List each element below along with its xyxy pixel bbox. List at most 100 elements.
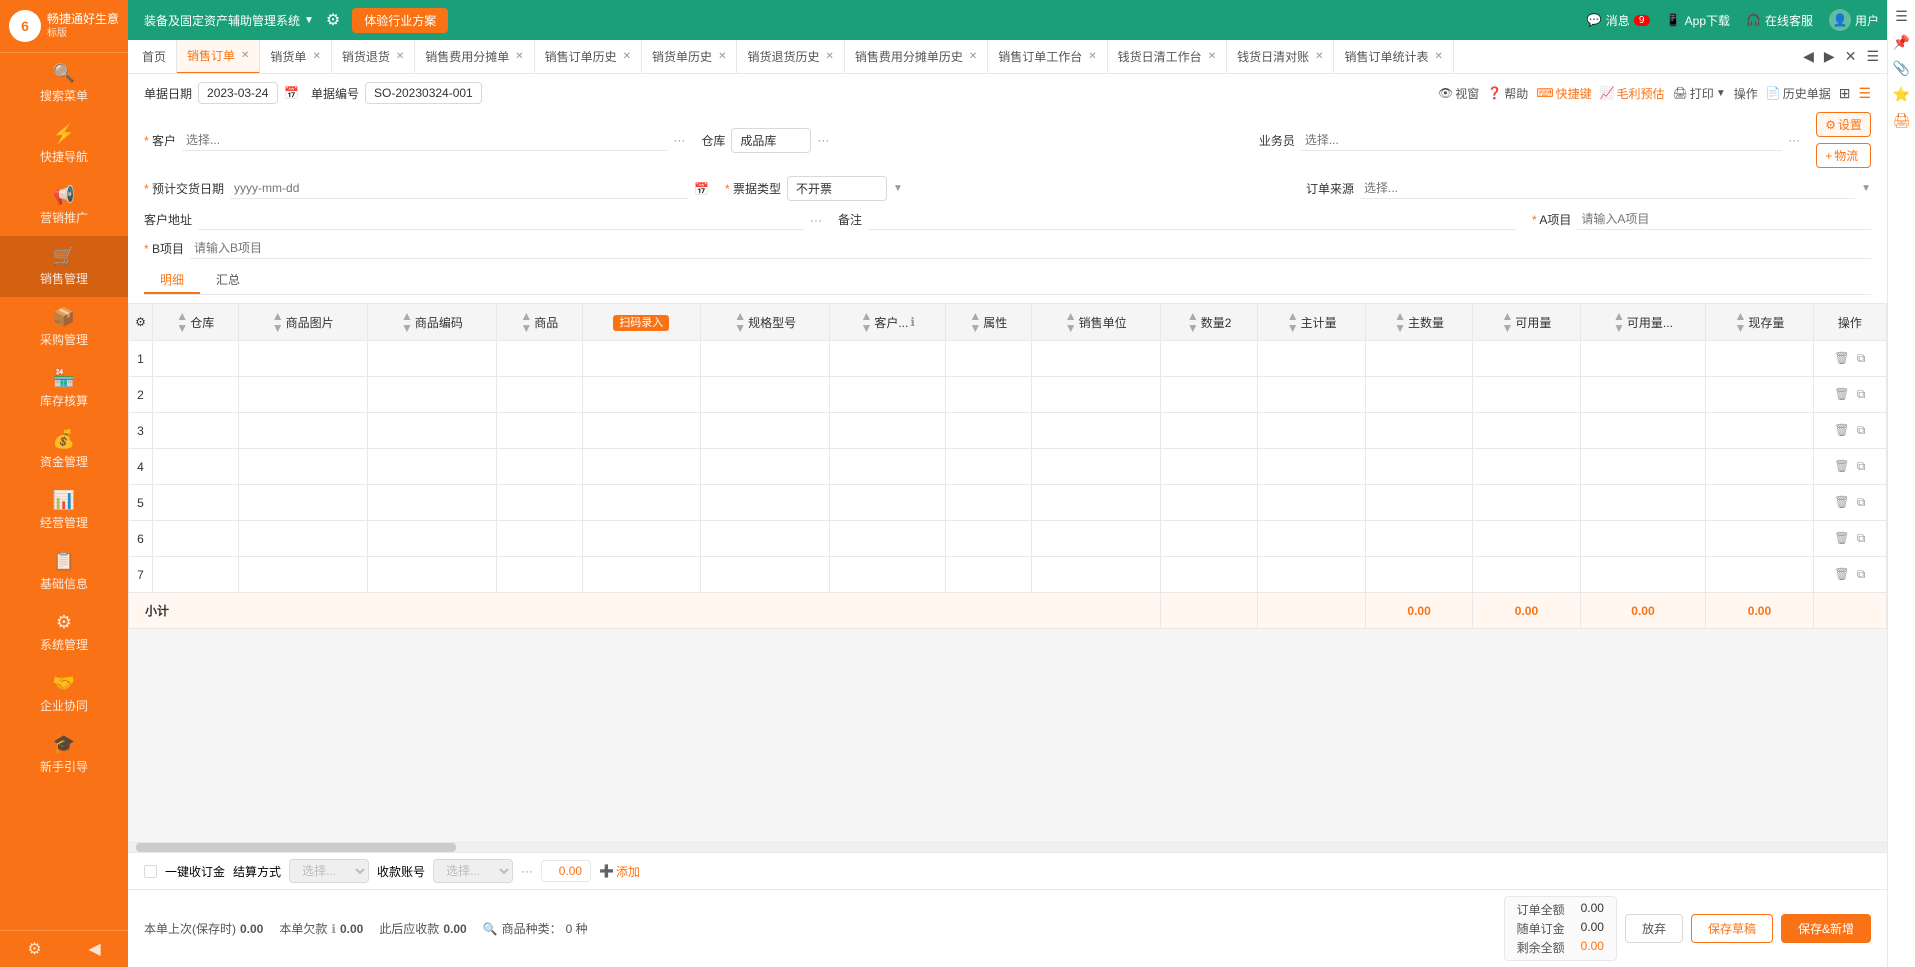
cell-warehouse[interactable] xyxy=(153,521,239,557)
cell-customer-code[interactable] xyxy=(830,521,946,557)
add-payment-button[interactable]: ➕ 添加 xyxy=(599,863,640,880)
user-menu[interactable]: 👤 用户 xyxy=(1829,9,1879,31)
tab-close-icon[interactable]: ✕ xyxy=(1435,51,1443,62)
delivery-date-input[interactable] xyxy=(230,178,688,199)
cell-current[interactable] xyxy=(1706,377,1813,413)
cell-attr[interactable] xyxy=(946,377,1032,413)
cell-main-unit[interactable] xyxy=(1258,377,1365,413)
cell-current[interactable] xyxy=(1706,449,1813,485)
copy-icon[interactable]: ⧉ xyxy=(1857,567,1866,581)
cell-available[interactable] xyxy=(1473,449,1580,485)
tab-close-all-icon[interactable]: ✕ xyxy=(1841,46,1861,67)
tab-close-icon[interactable]: ✕ xyxy=(312,51,320,62)
cell-qty2[interactable] xyxy=(1160,449,1258,485)
salesperson-expand-icon[interactable]: ··· xyxy=(1788,133,1800,147)
tab-order-history[interactable]: 销售订单历史 ✕ xyxy=(535,40,642,74)
column-settings-icon[interactable]: ⚙ xyxy=(135,315,146,329)
cell-customer-code[interactable] xyxy=(830,341,946,377)
cell-available[interactable] xyxy=(1473,341,1580,377)
cell-available2[interactable] xyxy=(1580,413,1706,449)
cell-customer-code[interactable] xyxy=(830,377,946,413)
cell-main-qty[interactable] xyxy=(1365,413,1472,449)
cell-warehouse[interactable] xyxy=(153,557,239,593)
scroll-area[interactable] xyxy=(128,842,1887,852)
warehouse-input[interactable]: 成品库 xyxy=(731,128,811,153)
tab-order-stats[interactable]: 销售订单统计表 ✕ xyxy=(1334,40,1453,74)
circle-icon[interactable]: 🔍 xyxy=(483,922,498,936)
sidebar-item-search[interactable]: 🔍 搜索菜单 xyxy=(0,53,128,114)
cell-product[interactable] xyxy=(497,449,583,485)
cell-code[interactable] xyxy=(367,521,496,557)
tab-menu-icon[interactable]: ☰ xyxy=(1862,46,1883,67)
tab-close-icon[interactable]: ✕ xyxy=(1088,51,1096,62)
cell-product[interactable] xyxy=(497,377,583,413)
cell-available[interactable] xyxy=(1473,521,1580,557)
cell-product[interactable] xyxy=(497,557,583,593)
view-button[interactable]: 👁 视窗 xyxy=(1438,85,1479,102)
cell-main-unit[interactable] xyxy=(1258,449,1365,485)
settings-gear-icon[interactable]: ⚙ xyxy=(326,10,340,30)
sidebar-item-finance[interactable]: 💰 资金管理 xyxy=(0,419,128,480)
cell-spec[interactable] xyxy=(701,521,830,557)
cell-main-qty[interactable] xyxy=(1365,377,1472,413)
history-button[interactable]: 📄 历史单据 xyxy=(1766,85,1831,102)
cell-unit[interactable] xyxy=(1031,341,1160,377)
cell-spec[interactable] xyxy=(701,377,830,413)
cell-main-unit[interactable] xyxy=(1258,557,1365,593)
app-download-button[interactable]: 📱 App下载 xyxy=(1666,12,1730,29)
tab-summary[interactable]: 汇总 xyxy=(200,267,256,294)
tab-sales-invoice[interactable]: 销货单 ✕ xyxy=(260,40,331,74)
th-settings[interactable]: ⚙ xyxy=(129,304,153,341)
tab-close-icon[interactable]: ✕ xyxy=(1208,51,1216,62)
tab-sales-return[interactable]: 销货退货 ✕ xyxy=(332,40,415,74)
right-icon-4[interactable]: ⭐ xyxy=(1890,82,1914,106)
cell-current[interactable] xyxy=(1706,557,1813,593)
tab-daily-workbench[interactable]: 钱货日清工作台 ✕ xyxy=(1108,40,1227,74)
info-icon[interactable]: ℹ xyxy=(331,922,336,936)
tab-next-icon[interactable]: ▶ xyxy=(1820,46,1839,67)
copy-icon[interactable]: ⧉ xyxy=(1857,423,1866,437)
profit-preview-button[interactable]: 📈 毛利预估 xyxy=(1600,85,1665,102)
operation-button[interactable]: 操作 xyxy=(1734,85,1758,102)
industry-solution-button[interactable]: 体验行业方案 xyxy=(352,8,448,33)
cell-spec[interactable] xyxy=(701,485,830,521)
bank-expand-icon[interactable]: ··· xyxy=(521,864,533,878)
cell-unit[interactable] xyxy=(1031,557,1160,593)
customer-expand-icon[interactable]: ··· xyxy=(673,133,685,147)
cell-current[interactable] xyxy=(1706,413,1813,449)
cell-product[interactable] xyxy=(497,413,583,449)
cell-available[interactable] xyxy=(1473,413,1580,449)
cell-main-qty[interactable] xyxy=(1365,521,1472,557)
discard-button[interactable]: 放弃 xyxy=(1625,914,1683,943)
copy-icon[interactable]: ⧉ xyxy=(1857,531,1866,545)
cell-product[interactable] xyxy=(497,485,583,521)
cell-product[interactable] xyxy=(497,341,583,377)
cell-customer-code[interactable] xyxy=(830,449,946,485)
cell-code[interactable] xyxy=(367,341,496,377)
right-icon-3[interactable]: 📎 xyxy=(1890,56,1914,80)
cell-spec[interactable] xyxy=(701,413,830,449)
cell-main-unit[interactable] xyxy=(1258,521,1365,557)
cell-attr[interactable] xyxy=(946,521,1032,557)
sidebar-item-inventory[interactable]: 🏪 库存核算 xyxy=(0,358,128,419)
salesperson-input[interactable] xyxy=(1301,130,1782,151)
cell-unit[interactable] xyxy=(1031,485,1160,521)
calendar-icon[interactable]: 📅 xyxy=(694,182,709,196)
cell-code[interactable] xyxy=(367,485,496,521)
cell-code[interactable] xyxy=(367,449,496,485)
cell-main-qty[interactable] xyxy=(1365,341,1472,377)
cell-qty2[interactable] xyxy=(1160,557,1258,593)
tab-close-icon[interactable]: ✕ xyxy=(1315,51,1323,62)
tab-close-icon[interactable]: ✕ xyxy=(969,51,977,62)
cell-warehouse[interactable] xyxy=(153,449,239,485)
right-icon-1[interactable]: ☰ xyxy=(1890,4,1914,28)
settings-icon[interactable]: ⚙ xyxy=(27,939,41,959)
tab-daily-reconcile[interactable]: 钱货日清对账 ✕ xyxy=(1227,40,1334,74)
cell-attr[interactable] xyxy=(946,485,1032,521)
cell-main-unit[interactable] xyxy=(1258,413,1365,449)
print-button[interactable]: 🖨 打印 ▼ xyxy=(1673,85,1726,102)
cell-warehouse[interactable] xyxy=(153,377,239,413)
cell-current[interactable] xyxy=(1706,485,1813,521)
cell-qty2[interactable] xyxy=(1160,413,1258,449)
tab-close-icon[interactable]: ✕ xyxy=(241,50,249,61)
